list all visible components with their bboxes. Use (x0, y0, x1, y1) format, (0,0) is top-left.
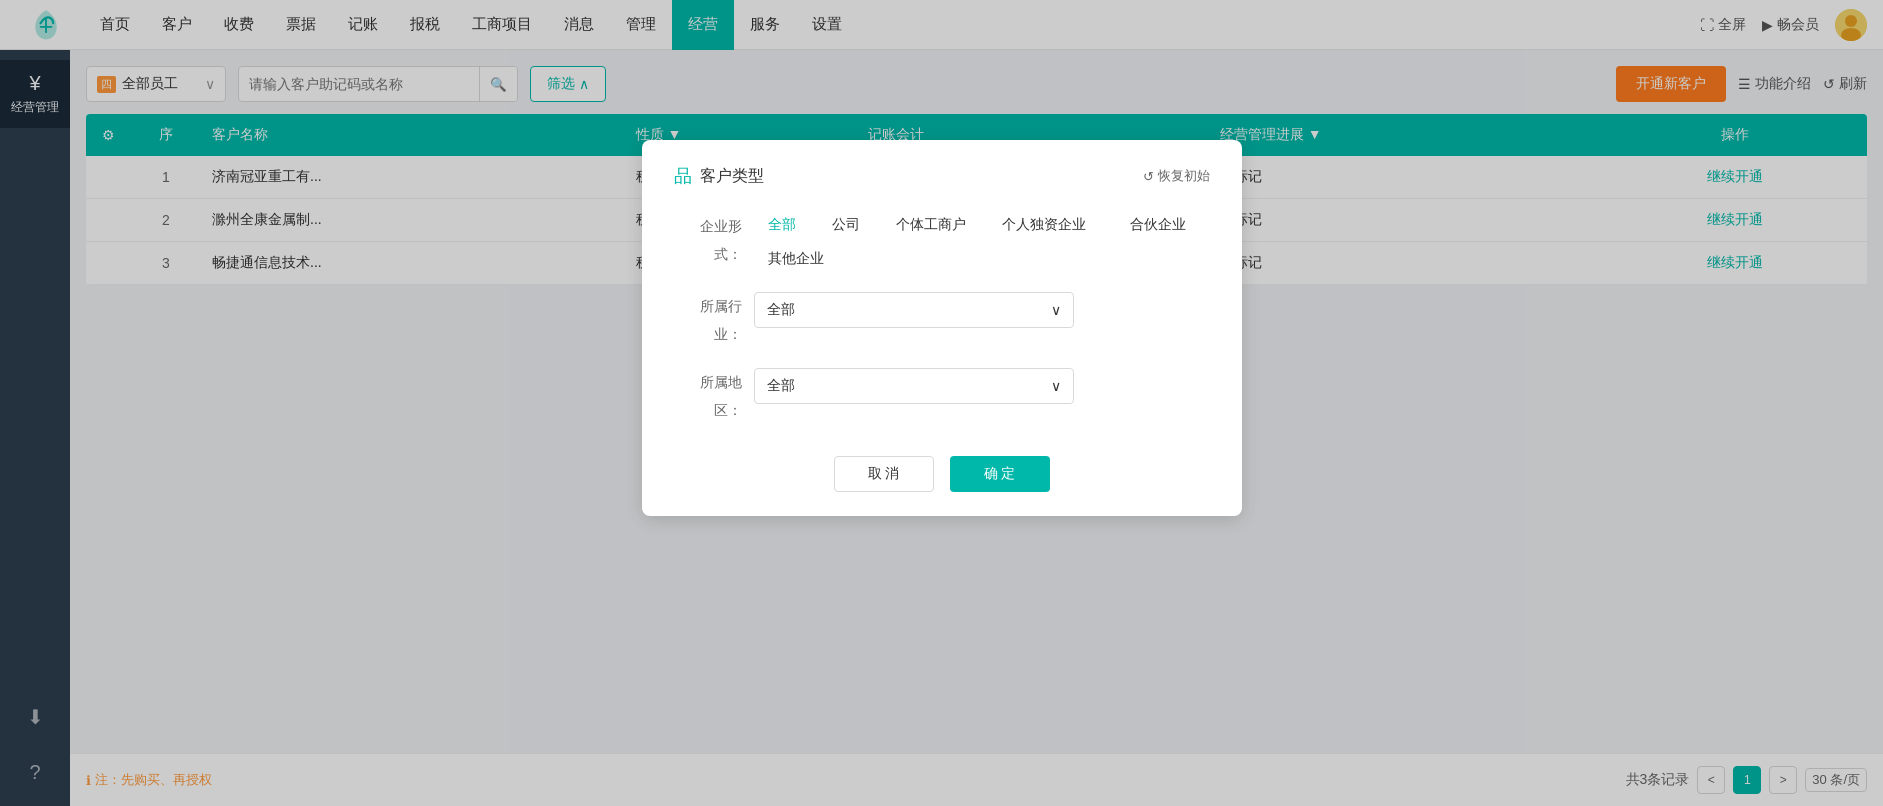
modal-title-icon: 品 (674, 164, 692, 188)
option-sole[interactable]: 个人独资企业 (988, 212, 1100, 238)
region-arrow-icon: ∨ (1051, 378, 1061, 394)
option-individual[interactable]: 个体工商户 (882, 212, 980, 238)
region-form-row: 所属地区： 全部 ∨ (674, 368, 1210, 424)
modal-header: 品 客户类型 ↺ 恢复初始 (674, 164, 1210, 188)
reset-icon: ↺ (1143, 169, 1154, 184)
modal-reset-button[interactable]: ↺ 恢复初始 (1143, 167, 1210, 185)
modal-title: 品 客户类型 (674, 164, 764, 188)
option-other[interactable]: 其他企业 (754, 246, 838, 272)
region-label: 所属地区： (674, 368, 754, 424)
modal-footer: 取 消 确 定 (674, 456, 1210, 492)
option-partnership[interactable]: 合伙企业 (1116, 212, 1200, 238)
enterprise-form-row: 企业形式： 全部 公司 个体工商户 个人独资企业 合伙企业 其他企业 (674, 212, 1210, 272)
enterprise-label: 企业形式： (674, 212, 754, 268)
industry-label: 所属行业： (674, 292, 754, 348)
region-select[interactable]: 全部 ∨ (754, 368, 1074, 404)
industry-select[interactable]: 全部 ∨ (754, 292, 1074, 328)
cancel-button[interactable]: 取 消 (834, 456, 934, 492)
region-content: 全部 ∨ (754, 368, 1210, 404)
modal-body: 企业形式： 全部 公司 个体工商户 个人独资企业 合伙企业 其他企业 所属行业： (674, 212, 1210, 424)
industry-content: 全部 ∨ (754, 292, 1210, 328)
enterprise-options: 全部 公司 个体工商户 个人独资企业 合伙企业 其他企业 (754, 212, 1210, 272)
enterprise-tag-group: 全部 公司 个体工商户 个人独资企业 合伙企业 其他企业 (754, 212, 1210, 272)
filter-modal: 品 客户类型 ↺ 恢复初始 企业形式： 全部 公司 个体工商户 个人独资企业 (642, 140, 1242, 516)
option-all[interactable]: 全部 (754, 212, 810, 238)
modal-overlay[interactable]: 品 客户类型 ↺ 恢复初始 企业形式： 全部 公司 个体工商户 个人独资企业 (0, 0, 1883, 806)
industry-form-row: 所属行业： 全部 ∨ (674, 292, 1210, 348)
industry-arrow-icon: ∨ (1051, 302, 1061, 318)
option-company[interactable]: 公司 (818, 212, 874, 238)
confirm-button[interactable]: 确 定 (950, 456, 1050, 492)
